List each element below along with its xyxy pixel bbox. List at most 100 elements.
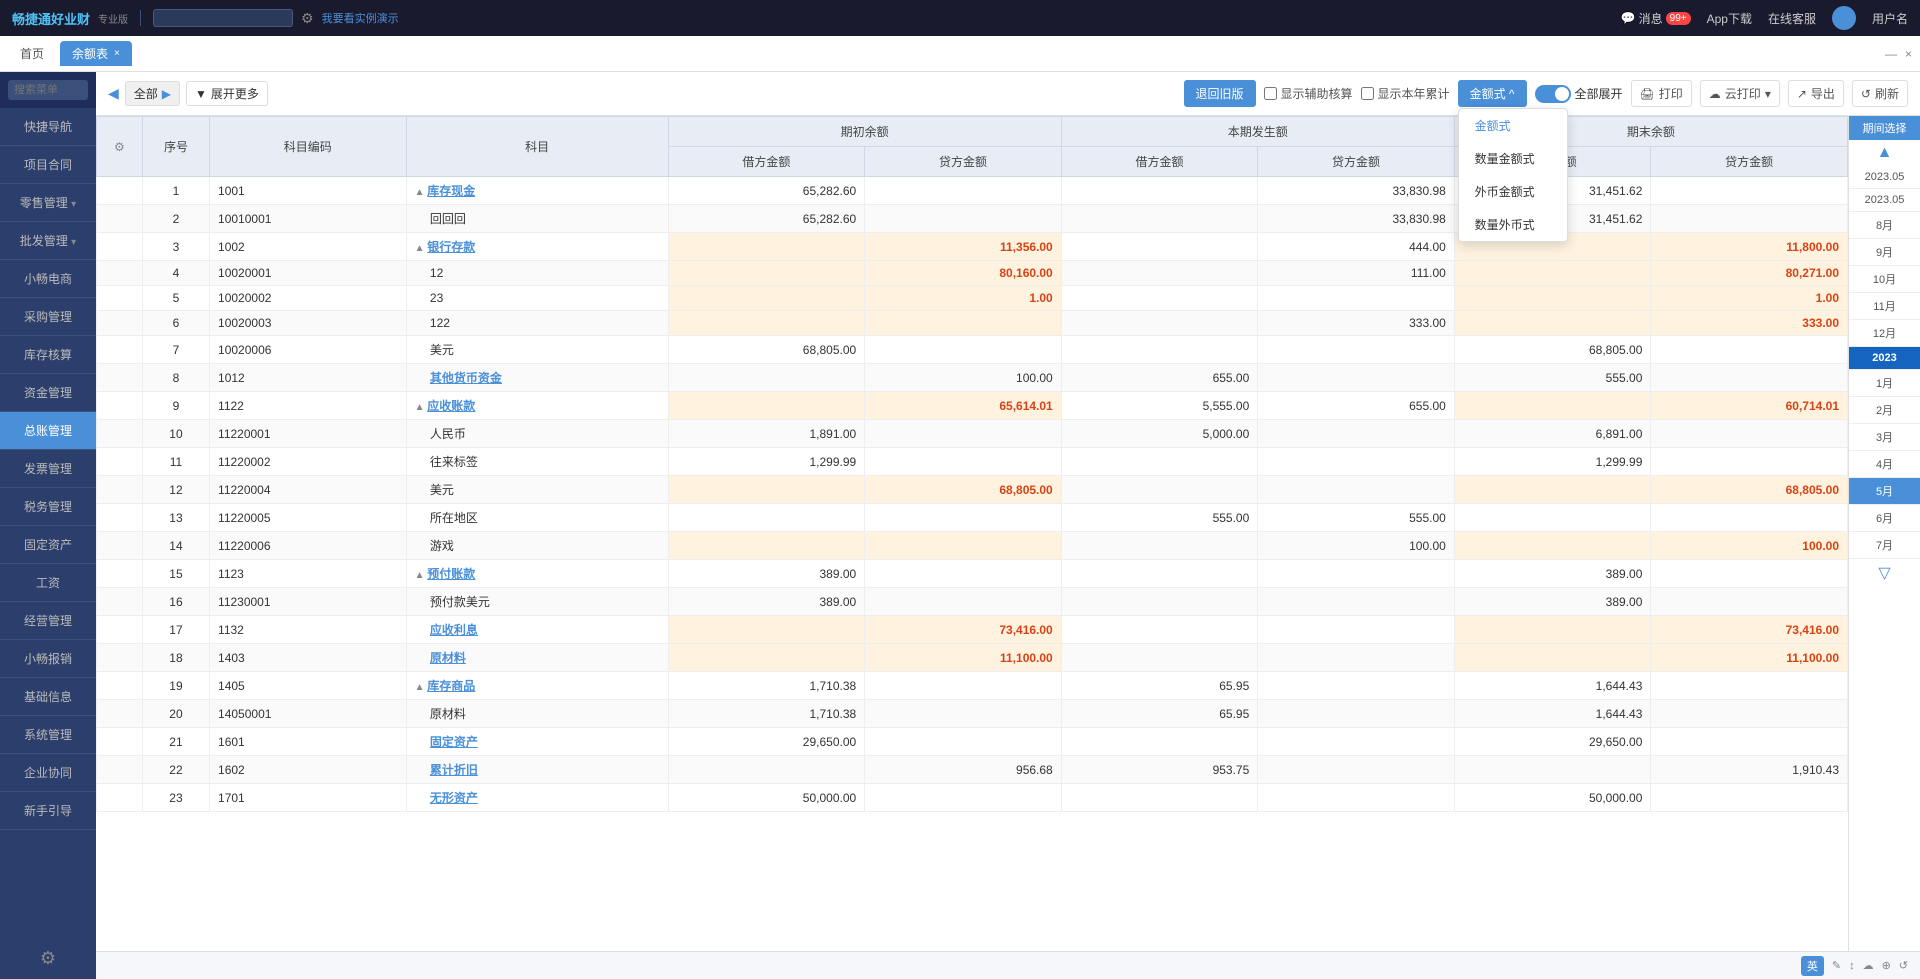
table-row[interactable]: 4 10020001 12 80,160.00 111.00 80,271.00 xyxy=(97,261,1848,286)
sidebar-item-jingying[interactable]: 经营管理 xyxy=(0,602,96,640)
th-settings[interactable]: ⚙ xyxy=(97,117,143,177)
tab-close-icon[interactable]: × xyxy=(114,48,120,59)
sidebar-item-xitong[interactable]: 系统管理 xyxy=(0,716,96,754)
sidebar-item-kucun[interactable]: 库存核算 xyxy=(0,336,96,374)
sidebar-settings[interactable]: ⚙ xyxy=(0,938,96,979)
sidebar-item-xiaochang[interactable]: 小畅电商 xyxy=(0,260,96,298)
full-expand-toggle[interactable]: 全部展开 xyxy=(1535,85,1623,103)
table-row[interactable]: 16 11230001 预付款美元 389.00 389.00 xyxy=(97,588,1848,616)
search-input[interactable] xyxy=(8,80,88,100)
dropdown-item-jine[interactable]: 金额式 xyxy=(1459,109,1567,142)
table-row[interactable]: 3 1002 ▲ 银行存款 11,356.00 444.00 11,800.00 xyxy=(97,233,1848,261)
sidebar-item-pifa[interactable]: 批发管理 ▾ xyxy=(0,222,96,260)
row-name[interactable]: ▲ 银行存款 xyxy=(406,233,668,261)
row-name[interactable]: 美元 xyxy=(406,336,668,364)
tab-yue[interactable]: 余额表 × xyxy=(60,41,132,66)
row-name[interactable]: 无形资产 xyxy=(406,784,668,812)
dropdown-item-shuliangjine[interactable]: 数量金额式 xyxy=(1459,142,1567,175)
period-1[interactable]: 1月 xyxy=(1849,370,1920,397)
tab-home[interactable]: 首页 xyxy=(8,41,56,66)
period-5[interactable]: 5月 xyxy=(1849,478,1920,505)
row-name[interactable]: 美元 xyxy=(406,476,668,504)
sidebar-item-shuiwu[interactable]: 税务管理 xyxy=(0,488,96,526)
row-name[interactable]: 122 xyxy=(406,311,668,336)
row-name[interactable]: ▲ 库存现金 xyxy=(406,177,668,205)
table-row[interactable]: 9 1122 ▲ 应收账款 65,614.01 5,555.00 655.00 … xyxy=(97,392,1848,420)
row-name[interactable]: 回回回 xyxy=(406,205,668,233)
status-refresh-icon[interactable]: ↺ xyxy=(1899,959,1908,972)
status-lang[interactable]: 英 xyxy=(1801,956,1824,976)
table-row[interactable]: 17 1132 应收利息 73,416.00 73,416.00 xyxy=(97,616,1848,644)
export-btn[interactable]: ↗ 导出 xyxy=(1788,80,1844,107)
show-ytd-check[interactable]: 显示本年累计 xyxy=(1361,85,1450,102)
row-name[interactable]: 预付款美元 xyxy=(406,588,668,616)
row-name[interactable]: 原材料 xyxy=(406,700,668,728)
status-arrow-icon[interactable]: ↕ xyxy=(1849,960,1855,972)
table-row[interactable]: 20 14050001 原材料 1,710.38 65.95 1,644.43 xyxy=(97,700,1848,728)
period-3[interactable]: 3月 xyxy=(1849,424,1920,451)
row-name[interactable]: ▲ 应收账款 xyxy=(406,392,668,420)
ytd-checkbox[interactable] xyxy=(1361,87,1374,100)
message-btn[interactable]: 💬 消息 99+ xyxy=(1621,10,1691,27)
sidebar-item-fapiao[interactable]: 发票管理 xyxy=(0,450,96,488)
period-9[interactable]: 9月 xyxy=(1849,239,1920,266)
sidebar-item-caigou[interactable]: 采购管理 xyxy=(0,298,96,336)
row-name[interactable]: 人民币 xyxy=(406,420,668,448)
table-row[interactable]: 1 1001 ▲ 库存现金 65,282.60 33,830.98 31,451… xyxy=(97,177,1848,205)
sidebar-item-qiye[interactable]: 企业协同 xyxy=(0,754,96,792)
sidebar-item-xiangmu[interactable]: 项目合同 xyxy=(0,146,96,184)
back-icon[interactable]: ◀ xyxy=(108,85,119,102)
sidebar-item-xinshou[interactable]: 新手引导 xyxy=(0,792,96,830)
refresh-btn[interactable]: ↺ 刷新 xyxy=(1852,80,1908,107)
table-row[interactable]: 6 10020003 122 333.00 333.00 xyxy=(97,311,1848,336)
table-row[interactable]: 22 1602 累计折旧 956.68 953.75 1,910.43 xyxy=(97,756,1848,784)
period-6[interactable]: 6月 xyxy=(1849,505,1920,532)
demo-link[interactable]: 我要看实例演示 xyxy=(322,10,399,26)
sidebar-item-kuaijie[interactable]: 快捷导航 xyxy=(0,108,96,146)
row-name[interactable]: 应收利息 xyxy=(406,616,668,644)
period-12[interactable]: 12月 xyxy=(1849,320,1920,347)
toggle-track[interactable] xyxy=(1535,85,1571,103)
period-year-2[interactable]: 2023.05 xyxy=(1849,189,1920,212)
sidebar-item-zhangzhang[interactable]: 总账管理 xyxy=(0,412,96,450)
dropdown-item-shulianwaibi[interactable]: 数量外币式 xyxy=(1459,208,1567,241)
row-name[interactable]: 往来标签 xyxy=(406,448,668,476)
period-8[interactable]: 8月 xyxy=(1849,212,1920,239)
table-row[interactable]: 12 11220004 美元 68,805.00 68,805.00 xyxy=(97,476,1848,504)
table-row[interactable]: 18 1403 原材料 11,100.00 11,100.00 xyxy=(97,644,1848,672)
period-10[interactable]: 10月 xyxy=(1849,266,1920,293)
row-name[interactable]: 所在地区 xyxy=(406,504,668,532)
table-row[interactable]: 14 11220006 游戏 100.00 100.00 xyxy=(97,532,1848,560)
period-nav-up[interactable]: ▲ xyxy=(1849,140,1920,166)
dropdown-item-waibijine[interactable]: 外币金额式 xyxy=(1459,175,1567,208)
table-row[interactable]: 23 1701 无形资产 50,000.00 50,000.00 xyxy=(97,784,1848,812)
row-name[interactable]: 固定资产 xyxy=(406,728,668,756)
auxiliary-checkbox[interactable] xyxy=(1264,87,1277,100)
user-avatar[interactable] xyxy=(1832,6,1856,30)
status-add-icon[interactable]: ⊕ xyxy=(1882,959,1891,972)
table-row[interactable]: 2 10010001 回回回 65,282.60 33,830.98 31,45… xyxy=(97,205,1848,233)
period-year-1[interactable]: 2023.05 xyxy=(1849,166,1920,189)
row-name[interactable]: 12 xyxy=(406,261,668,286)
table-row[interactable]: 15 1123 ▲ 预付账款 389.00 389.00 xyxy=(97,560,1848,588)
period-4[interactable]: 4月 xyxy=(1849,451,1920,478)
sidebar-item-gongzi[interactable]: 工资 xyxy=(0,564,96,602)
sidebar-item-xiaochang2[interactable]: 小畅报销 xyxy=(0,640,96,678)
table-row[interactable]: 5 10020002 23 1.00 1.00 xyxy=(97,286,1848,311)
row-name[interactable]: 游戏 xyxy=(406,532,668,560)
status-edit-icon[interactable]: ✎ xyxy=(1832,959,1841,972)
online-service-btn[interactable]: 在线客服 xyxy=(1768,10,1816,27)
table-row[interactable]: 8 1012 其他货币资金 100.00 655.00 555.00 xyxy=(97,364,1848,392)
row-name[interactable]: 累计折旧 xyxy=(406,756,668,784)
show-auxiliary-check[interactable]: 显示辅助核算 xyxy=(1264,85,1353,102)
mode-btn[interactable]: 金额式 ^ xyxy=(1458,80,1527,107)
expand-btn[interactable]: ▼ 展开更多 xyxy=(186,81,268,106)
table-row[interactable]: 21 1601 固定资产 29,650.00 29,650.00 xyxy=(97,728,1848,756)
address-input[interactable] xyxy=(153,9,293,27)
table-row[interactable]: 10 11220001 人民币 1,891.00 5,000.00 6,891.… xyxy=(97,420,1848,448)
row-name[interactable]: ▲ 库存商品 xyxy=(406,672,668,700)
return-btn[interactable]: 退回旧版 xyxy=(1184,80,1256,107)
settings-icon[interactable]: ⚙ xyxy=(301,10,314,27)
tab-collapse-icon[interactable]: — xyxy=(1885,47,1897,61)
table-row[interactable]: 19 1405 ▲ 库存商品 1,710.38 65.95 1,644.43 xyxy=(97,672,1848,700)
